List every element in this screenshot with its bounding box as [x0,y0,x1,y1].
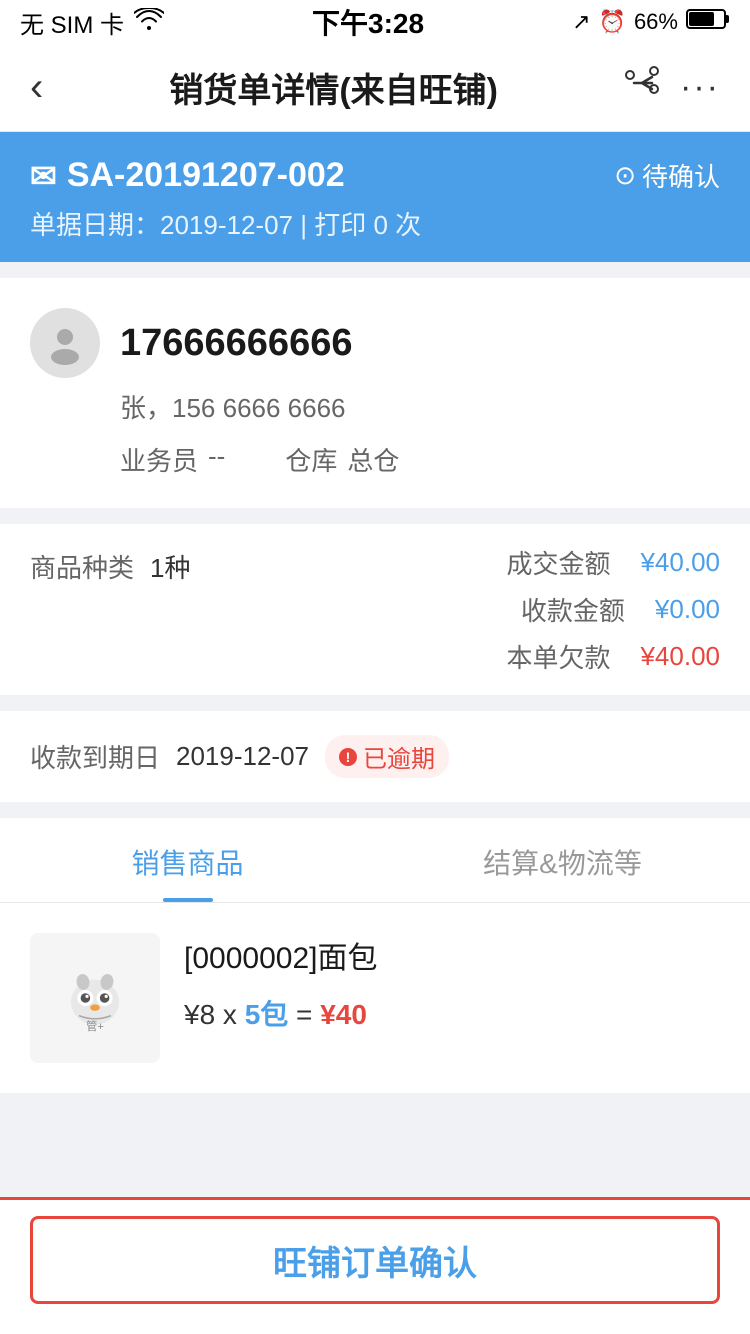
header-card-top: ✉ SA-20191207-002 ⊙ 待确认 [30,156,720,195]
nav-title: 销货单详情(来自旺铺) [169,63,498,112]
alarm-icon: ⏰ [599,9,626,35]
salesperson-item: 业务员 -- [120,441,225,478]
warehouse-label: 仓库 [285,441,337,478]
carrier-text: 无 SIM 卡 [20,5,124,40]
avatar [30,308,100,378]
customer-name: 张，156 6666 6666 [30,388,720,425]
received-value: ¥0.00 [655,594,720,625]
status-left: 无 SIM 卡 [20,5,164,40]
order-number: ✉ SA-20191207-002 [30,156,345,195]
product-type-label: 商品种类 [30,548,134,585]
product-equals: = [288,999,320,1030]
back-button[interactable]: ‹ [30,65,43,110]
tabs-section: 销售商品 结算&物流等 管+ [0,818,750,1093]
order-date-value: 2019-12-07 [160,210,293,240]
share-button[interactable] [624,65,660,110]
order-date: 单据日期：2019-12-07 | 打印 0 次 [30,205,720,242]
product-image: 管+ [30,933,160,1063]
product-item: 管+ [0000002]面包 ¥8 x 5包 = ¥40 [0,903,750,1093]
summary-section: 商品种类 1种 成交金额 ¥40.00 收款金额 ¥0.00 本单欠款 ¥40.… [0,524,750,695]
status-right: ↗ ⏰ 66% [572,8,730,36]
confirm-btn-wrapper: 旺铺订单确认 [0,1197,750,1334]
warehouse-item: 仓库 总仓 [285,441,399,478]
status-clock-icon: ⊙ [614,160,636,191]
tab-settlement[interactable]: 结算&物流等 [375,818,750,902]
battery-text: 66% [634,9,678,35]
product-price-row: ¥8 x 5包 = ¥40 [184,993,720,1033]
product-info: [0000002]面包 ¥8 x 5包 = ¥40 [184,933,720,1033]
svg-text:管+: 管+ [86,1019,104,1033]
nav-left: ‹ [30,65,43,110]
overdue-badge: ! 已逾期 [325,735,449,778]
transaction-value: ¥40.00 [640,547,720,578]
header-card: ✉ SA-20191207-002 ⊙ 待确认 单据日期：2019-12-07 … [0,132,750,262]
print-info: 打印 0 次 [314,210,421,240]
product-total: ¥40 [320,999,367,1030]
received-label: 收款金额 [521,591,625,628]
status-time: 下午3:28 [312,2,424,42]
summary-left: 商品种类 1种 [30,544,506,585]
customer-row: 17666666666 [30,308,720,378]
nav-bar: ‹ 销货单详情(来自旺铺) ··· [0,44,750,132]
due-date-value: 2019-12-07 [176,741,309,772]
overdue-text: 已逾期 [363,739,435,774]
owed-label: 本单欠款 [506,638,610,675]
owed-value: ¥40.00 [640,641,720,672]
location-icon: ↗ [572,9,590,35]
customer-meta: 业务员 -- 仓库 总仓 [30,441,720,478]
product-type-value: 1种 [150,548,190,585]
summary-right: 成交金额 ¥40.00 收款金额 ¥0.00 本单欠款 ¥40.00 [506,544,720,675]
order-number-text: SA-20191207-002 [67,156,345,195]
battery-icon [686,8,730,36]
tab-sales-products[interactable]: 销售商品 [0,818,375,902]
salesperson-label: 业务员 [120,441,198,478]
owed-row: 本单欠款 ¥40.00 [506,638,720,675]
status-text: 待确认 [642,157,720,194]
date-separator: | [293,210,314,240]
confirm-button[interactable]: 旺铺订单确认 [30,1216,720,1304]
due-label: 收款到期日 [30,738,160,775]
product-quantity: 5包 [245,999,289,1030]
nav-right: ··· [624,65,720,110]
status-badge: ⊙ 待确认 [614,157,720,194]
transaction-row: 成交金额 ¥40.00 [506,544,720,581]
wifi-icon [134,8,164,37]
transaction-label: 成交金额 [506,544,610,581]
tabs-header: 销售商品 结算&物流等 [0,818,750,903]
product-price-formula: ¥8 x [184,999,245,1030]
overdue-dot-icon: ! [339,748,357,766]
product-name: [0000002]面包 [184,933,720,977]
salesperson-value: -- [208,441,225,478]
date-prefix: 单据日期： [30,210,160,240]
status-bar: 无 SIM 卡 下午3:28 ↗ ⏰ 66% [0,0,750,44]
order-icon: ✉ [30,157,57,195]
warehouse-value: 总仓 [347,441,399,478]
more-button[interactable]: ··· [680,68,720,107]
customer-phone: 17666666666 [120,322,352,365]
due-section: 收款到期日 2019-12-07 ! 已逾期 [0,711,750,802]
customer-section: 17666666666 张，156 6666 6666 业务员 -- 仓库 总仓 [0,278,750,508]
received-row: 收款金额 ¥0.00 [521,591,720,628]
